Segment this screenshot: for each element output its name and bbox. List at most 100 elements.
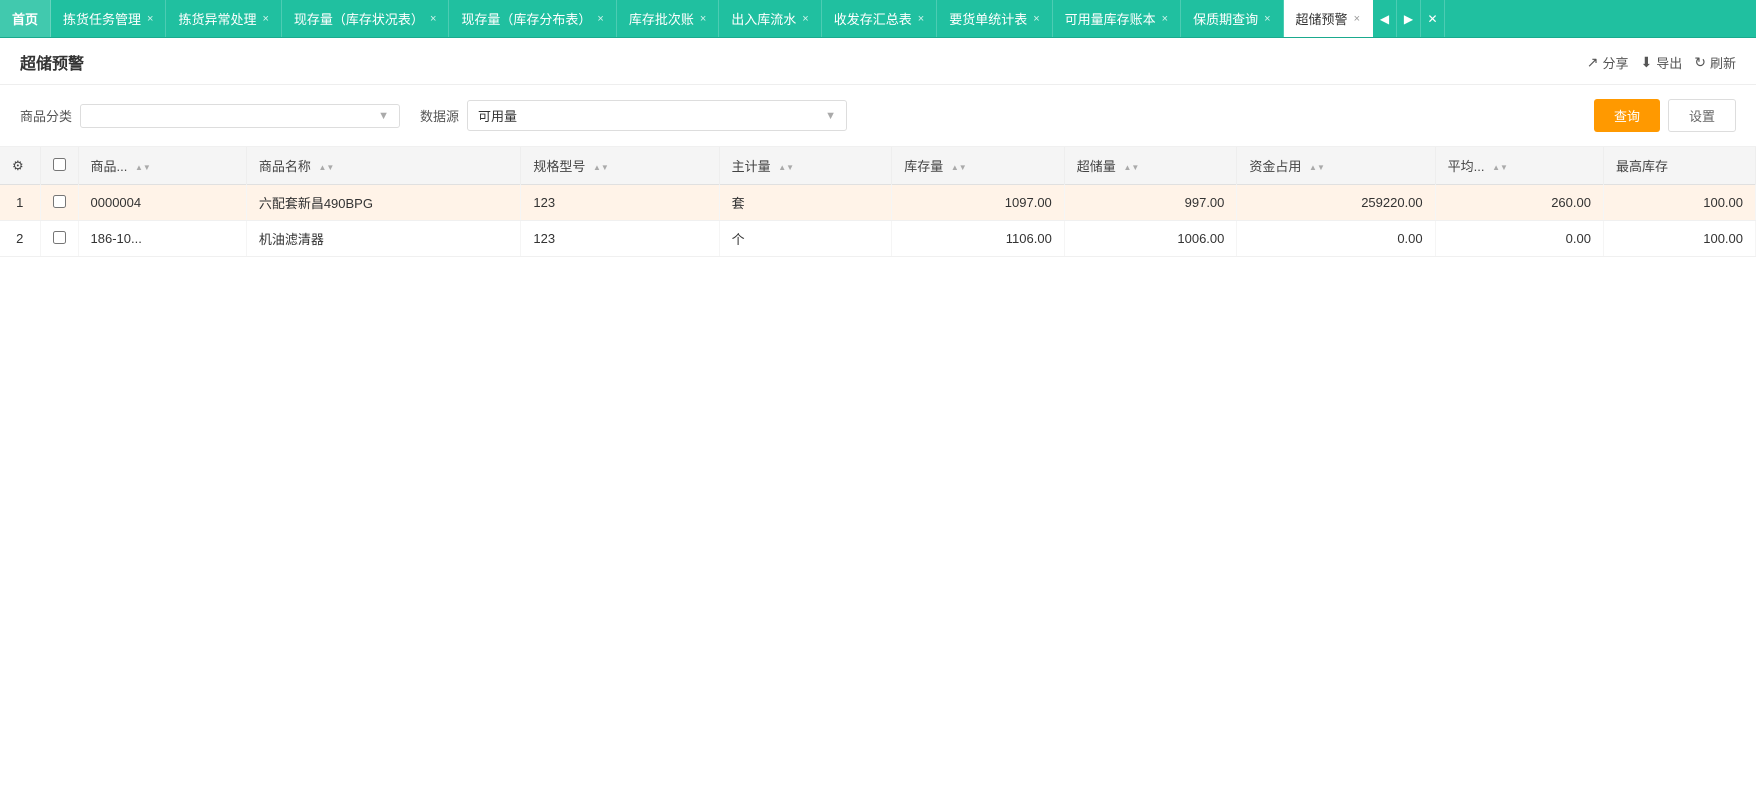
- settings-button[interactable]: 设置: [1668, 99, 1736, 132]
- table-header-row: ⚙ 商品... ▲▼ 商品名称 ▲▼ 规格型号 ▲▼: [0, 147, 1756, 185]
- nav-tab-task-mgmt[interactable]: 拣货任务管理 ×: [51, 0, 166, 38]
- th-spec: 规格型号 ▲▼: [521, 147, 719, 185]
- th-capital: 资金占用 ▲▼: [1237, 147, 1435, 185]
- row-number: 1: [0, 185, 40, 221]
- nav-tab-inout-flow[interactable]: 出入库流水 ×: [719, 0, 821, 38]
- th-product-code: 商品... ▲▼: [78, 147, 246, 185]
- row-checkbox-cell: [40, 221, 78, 257]
- nav-tab-quality-period[interactable]: 保质期查询 ×: [1181, 0, 1283, 38]
- close-icon[interactable]: ×: [1354, 13, 1360, 25]
- sort-icon[interactable]: ▲▼: [593, 164, 609, 172]
- data-source-label: 数据源: [420, 106, 459, 125]
- top-navigation: 首页 拣货任务管理 × 拣货异常处理 × 现存量（库存状况表） × 现存量（库存…: [0, 0, 1756, 38]
- nav-tab-home[interactable]: 首页: [0, 0, 51, 38]
- nav-tab-batch-account[interactable]: 库存批次账 ×: [617, 0, 719, 38]
- product-category-filter: 商品分类 ▼: [20, 104, 400, 128]
- page-container: 超储预警 ↗ 分享 ⬇ 导出 ↻ 刷新 商品分类 ▼ 数据源: [0, 38, 1756, 800]
- th-overstock: 超储量 ▲▼: [1064, 147, 1237, 185]
- close-icon[interactable]: ×: [700, 13, 706, 25]
- spec: 123: [521, 221, 719, 257]
- table-row: 1 0000004 六配套新昌490BPG 123 套 1097.00 997.…: [0, 185, 1756, 221]
- inventory: 1097.00: [892, 185, 1065, 221]
- refresh-icon: ↻: [1694, 54, 1706, 71]
- sort-icon[interactable]: ▲▼: [1309, 164, 1325, 172]
- product-category-select[interactable]: ▼: [80, 104, 400, 128]
- sort-icon[interactable]: ▲▼: [318, 164, 334, 172]
- row-checkbox[interactable]: [53, 231, 66, 244]
- data-table: ⚙ 商品... ▲▼ 商品名称 ▲▼ 规格型号 ▲▼: [0, 147, 1756, 257]
- header-actions: ↗ 分享 ⬇ 导出 ↻ 刷新: [1587, 53, 1736, 72]
- overstock: 1006.00: [1064, 221, 1237, 257]
- row-checkbox[interactable]: [53, 195, 66, 208]
- close-icon[interactable]: ×: [802, 13, 808, 25]
- page-header: 超储预警 ↗ 分享 ⬇ 导出 ↻ 刷新: [0, 38, 1756, 85]
- inventory: 1106.00: [892, 221, 1065, 257]
- sort-icon[interactable]: ▲▼: [778, 164, 794, 172]
- th-inventory: 库存量 ▲▼: [892, 147, 1065, 185]
- product-code: 186-10...: [78, 221, 246, 257]
- th-avg: 平均... ▲▼: [1435, 147, 1603, 185]
- select-all-checkbox[interactable]: [53, 158, 66, 171]
- close-icon[interactable]: ×: [1264, 13, 1270, 25]
- nav-tab-collect-send[interactable]: 收发存汇总表 ×: [822, 0, 937, 38]
- close-icon[interactable]: ×: [147, 13, 153, 25]
- product-category-label: 商品分类: [20, 106, 72, 125]
- th-product-name: 商品名称 ▲▼: [246, 147, 521, 185]
- overstock: 997.00: [1064, 185, 1237, 221]
- export-button[interactable]: ⬇ 导出: [1641, 53, 1683, 72]
- spec: 123: [521, 185, 719, 221]
- chevron-down-icon: ▼: [378, 110, 389, 122]
- product-name: 机油滤清器: [246, 221, 521, 257]
- th-settings[interactable]: ⚙: [0, 147, 40, 185]
- nav-close-arrow[interactable]: ✕: [1421, 0, 1445, 38]
- nav-tab-inventory-dist[interactable]: 现存量（库存分布表） ×: [449, 0, 616, 38]
- share-button[interactable]: ↗ 分享: [1587, 53, 1629, 72]
- close-icon[interactable]: ×: [597, 13, 603, 25]
- share-icon: ↗: [1587, 54, 1599, 71]
- chevron-down-icon: ▼: [825, 110, 836, 122]
- sort-icon[interactable]: ▲▼: [135, 164, 151, 172]
- unit: 套: [719, 185, 892, 221]
- refresh-button[interactable]: ↻ 刷新: [1694, 53, 1736, 72]
- query-button[interactable]: 查询: [1594, 99, 1660, 132]
- close-icon[interactable]: ×: [1162, 13, 1168, 25]
- nav-tab-inventory-status[interactable]: 现存量（库存状况表） ×: [282, 0, 449, 38]
- max-inventory: 100.00: [1603, 221, 1755, 257]
- data-source-value: 可用量: [478, 106, 517, 125]
- table-container: ⚙ 商品... ▲▼ 商品名称 ▲▼ 规格型号 ▲▼: [0, 147, 1756, 257]
- capital: 259220.00: [1237, 185, 1435, 221]
- avg: 0.00: [1435, 221, 1603, 257]
- gear-icon: ⚙: [12, 158, 24, 173]
- capital: 0.00: [1237, 221, 1435, 257]
- th-checkbox: [40, 147, 78, 185]
- nav-tab-available-account[interactable]: 可用量库存账本 ×: [1053, 0, 1181, 38]
- filter-actions: 查询 设置: [1594, 99, 1736, 132]
- nav-tab-order-stats[interactable]: 要货单统计表 ×: [937, 0, 1052, 38]
- data-source-filter: 数据源 可用量 ▼: [420, 100, 847, 131]
- nav-tab-overstock-warning[interactable]: 超储预警 ×: [1284, 0, 1373, 38]
- unit: 个: [719, 221, 892, 257]
- export-icon: ⬇: [1641, 54, 1653, 71]
- row-number: 2: [0, 221, 40, 257]
- avg: 260.00: [1435, 185, 1603, 221]
- sort-icon[interactable]: ▲▼: [1492, 164, 1508, 172]
- nav-left-arrow[interactable]: ◀: [1373, 0, 1397, 38]
- product-name: 六配套新昌490BPG: [246, 185, 521, 221]
- close-icon[interactable]: ×: [430, 13, 436, 25]
- nav-right-arrow[interactable]: ▶: [1397, 0, 1421, 38]
- max-inventory: 100.00: [1603, 185, 1755, 221]
- close-icon[interactable]: ×: [918, 13, 924, 25]
- th-max-inventory: 最高库存: [1603, 147, 1755, 185]
- row-checkbox-cell: [40, 185, 78, 221]
- sort-icon[interactable]: ▲▼: [951, 164, 967, 172]
- close-icon[interactable]: ×: [262, 13, 268, 25]
- nav-tab-abnormal[interactable]: 拣货异常处理 ×: [166, 0, 281, 38]
- th-unit: 主计量 ▲▼: [719, 147, 892, 185]
- filter-area: 商品分类 ▼ 数据源 可用量 ▼ 查询 设置: [0, 85, 1756, 147]
- close-icon[interactable]: ×: [1033, 13, 1039, 25]
- product-code: 0000004: [78, 185, 246, 221]
- page-title: 超储预警: [20, 50, 84, 74]
- sort-icon[interactable]: ▲▼: [1123, 164, 1139, 172]
- data-source-select[interactable]: 可用量 ▼: [467, 100, 847, 131]
- table-row: 2 186-10... 机油滤清器 123 个 1106.00 1006.00 …: [0, 221, 1756, 257]
